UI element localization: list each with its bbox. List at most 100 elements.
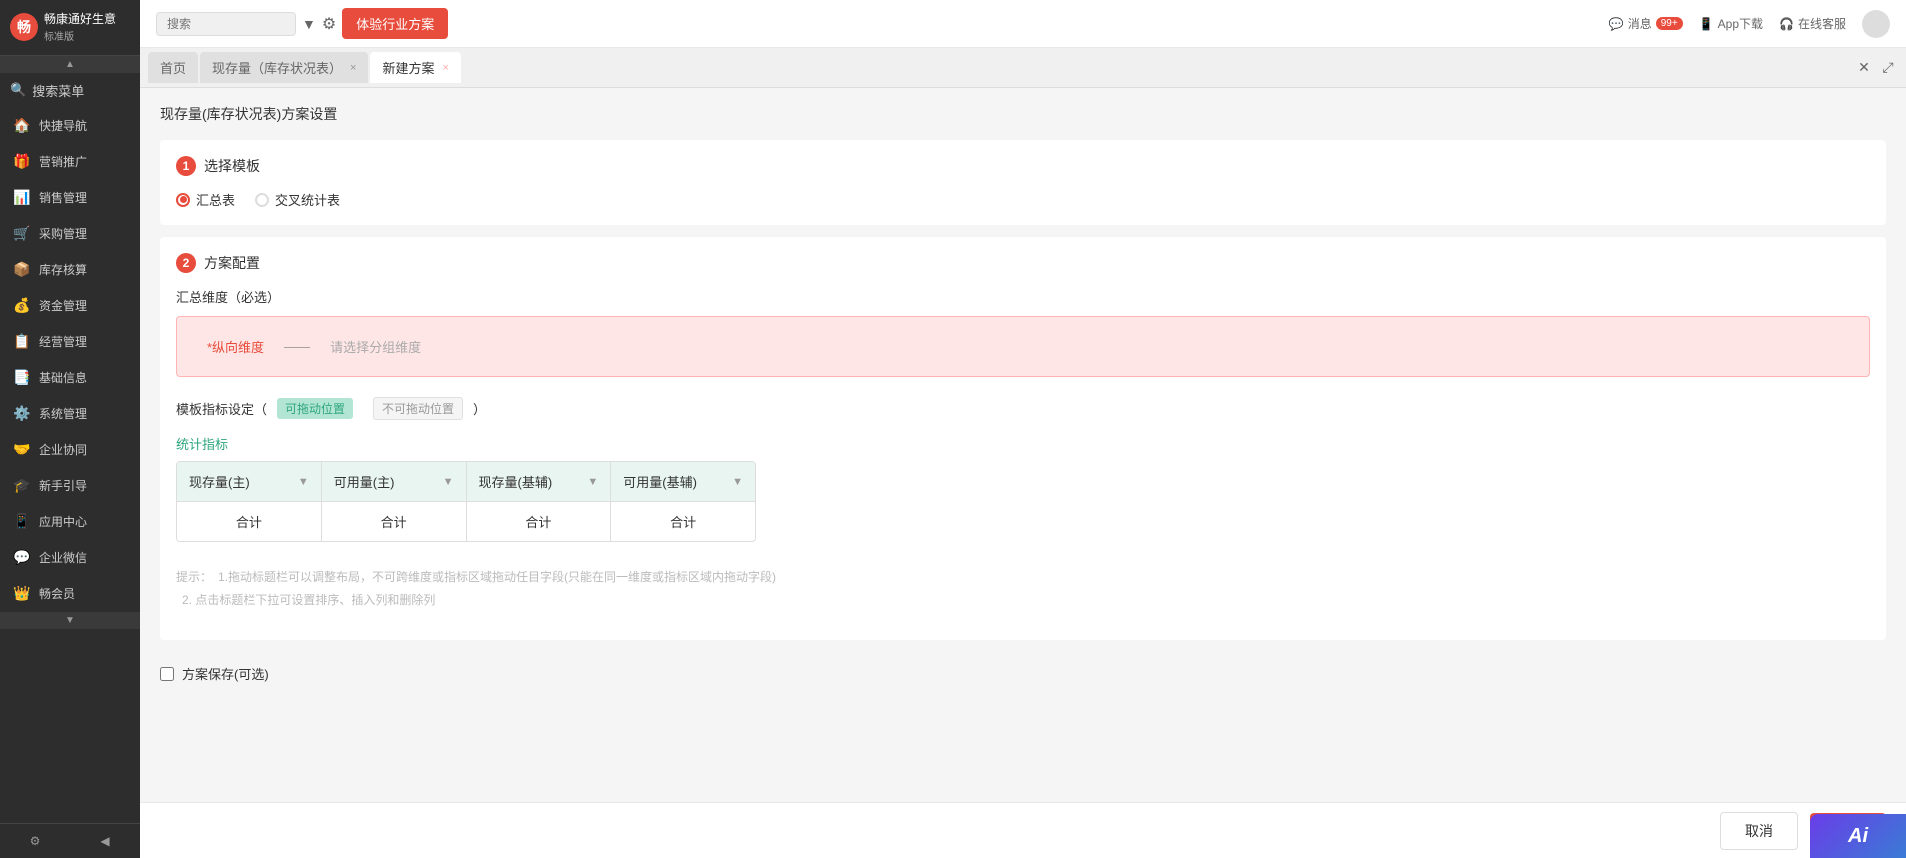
content-area: 现存量(库存状况表)方案设置 1 选择模板 汇总表 交叉统计表 xyxy=(140,88,1906,802)
step1-badge: 1 xyxy=(176,156,196,176)
sidebar-item-search[interactable]: 🔍 搜索菜单 xyxy=(0,73,140,108)
search-input[interactable] xyxy=(156,12,296,36)
col-main-avail[interactable]: 可用量(主) ▼ xyxy=(322,462,467,501)
sidebar-item-stock[interactable]: 📦 库存核算 xyxy=(0,252,140,288)
col-main-avail-label: 可用量(主) xyxy=(334,472,395,491)
online-service-btn[interactable]: 🎧 在线客服 xyxy=(1779,15,1846,32)
cancel-button[interactable]: 取消 xyxy=(1720,812,1798,850)
page-title: 现存量(库存状况表)方案设置 xyxy=(160,104,1886,124)
sidebar-nav-label: 快捷导航 xyxy=(39,117,87,134)
sidebar-apps-label: 应用中心 xyxy=(39,513,87,530)
radio-cross[interactable]: 交叉统计表 xyxy=(255,190,340,209)
home-icon: 🏠 xyxy=(13,117,31,135)
radio-summary-label: 汇总表 xyxy=(196,190,235,209)
box-icon: 📦 xyxy=(13,261,31,279)
sidebar-purchase-label: 采购管理 xyxy=(39,225,87,242)
col-main-avail-dropdown[interactable]: ▼ xyxy=(443,476,454,488)
step1-section: 1 选择模板 汇总表 交叉统计表 xyxy=(160,140,1886,225)
sidebar-scroll-up[interactable]: ▲ xyxy=(0,56,140,73)
sidebar-bottom: ⚙ ◀ xyxy=(0,823,140,858)
collapse-icon: ◀ xyxy=(80,834,130,848)
sidebar-item-nav[interactable]: 🏠 快捷导航 xyxy=(0,108,140,144)
sidebar-wechat-label: 企业微信 xyxy=(39,549,87,566)
sidebar-item-enterprise[interactable]: 🤝 企业协同 xyxy=(0,432,140,468)
template-options: 汇总表 交叉统计表 xyxy=(176,190,1870,209)
save-label: 方案保存(可选) xyxy=(182,664,269,683)
handshake-icon: 🤝 xyxy=(13,441,31,459)
col-main-stock[interactable]: 现存量(主) ▼ xyxy=(177,462,322,501)
col-aux-avail-dropdown[interactable]: ▼ xyxy=(732,476,743,488)
tab-new-plan-label: 新建方案 xyxy=(382,58,434,77)
app-name: 畅康通好生意 xyxy=(44,12,116,28)
tip-1-num: 提示： xyxy=(176,568,212,585)
sidebar-item-operations[interactable]: 📋 经营管理 xyxy=(0,324,140,360)
sidebar-enterprise-label: 企业协同 xyxy=(39,441,87,458)
sidebar-settings-btn[interactable]: ⚙ xyxy=(0,824,70,858)
app-version: 标准版 xyxy=(44,28,116,43)
tip-2: 2. 点击标题栏下拉可设置排序、插入列和删除列 xyxy=(176,591,1870,608)
search-dropdown-btn[interactable]: ▼ xyxy=(302,16,316,32)
indicator-settings-area: 模板指标设定（ 可拖动位置 不可拖动位置 ） 统计指标 现存量(主) ▼ 可用 xyxy=(176,397,1870,542)
sidebar-item-guide[interactable]: 🎓 新手引导 xyxy=(0,468,140,504)
crown-icon: 👑 xyxy=(13,585,31,603)
dimension-required-label: *纵向维度 xyxy=(207,337,264,356)
sidebar-item-purchase[interactable]: 🛒 采购管理 xyxy=(0,216,140,252)
close-window-btn[interactable]: ✕ xyxy=(1854,58,1874,78)
radio-summary-dot xyxy=(180,196,187,203)
tab-home[interactable]: 首页 xyxy=(148,52,198,83)
tab-new-plan-close[interactable]: × xyxy=(442,62,448,74)
step2-badge: 2 xyxy=(176,253,196,273)
clipboard-icon: 📋 xyxy=(13,333,31,351)
tab-inventory-close[interactable]: × xyxy=(350,62,356,74)
col-aux-stock[interactable]: 现存量(基辅) ▼ xyxy=(467,462,612,501)
tab-new-plan[interactable]: 新建方案 × xyxy=(370,52,460,83)
draggable-badge: 可拖动位置 xyxy=(277,398,353,419)
chart-icon: 📊 xyxy=(13,189,31,207)
sidebar-collapse-btn[interactable]: ◀ xyxy=(70,824,140,858)
sidebar-item-basic[interactable]: 📑 基础信息 xyxy=(0,360,140,396)
col-aux-stock-dropdown[interactable]: ▼ xyxy=(587,476,598,488)
step2-title: 方案配置 xyxy=(204,253,260,273)
stats-indicator-label: 统计指标 xyxy=(176,434,1870,453)
sidebar-guide-label: 新手引导 xyxy=(39,477,87,494)
cell-2: 合计 xyxy=(467,502,612,541)
sidebar-item-member[interactable]: 👑 畅会员 xyxy=(0,576,140,612)
trial-btn[interactable]: 体验行业方案 xyxy=(342,8,448,39)
settings-icon: ⚙ xyxy=(10,834,60,848)
sidebar-item-sales[interactable]: 📊 销售管理 xyxy=(0,180,140,216)
tab-home-label: 首页 xyxy=(160,58,186,77)
message-icon: 💬 xyxy=(1609,17,1624,31)
ai-float-btn[interactable]: Ai xyxy=(1810,814,1906,858)
message-btn[interactable]: 💬 消息 99+ xyxy=(1609,15,1683,32)
topbar-search-area: ▼ ⚙ 体验行业方案 xyxy=(156,8,1597,39)
dimension-label: 汇总维度（必选） xyxy=(176,287,1870,306)
sidebar-item-marketing[interactable]: 🎁 营销推广 xyxy=(0,144,140,180)
sidebar-item-apps[interactable]: 📱 应用中心 xyxy=(0,504,140,540)
app-download-btn[interactable]: 📱 App下载 xyxy=(1699,15,1763,32)
sidebar-scroll-down[interactable]: ▼ xyxy=(0,612,140,629)
mobile-icon: 📱 xyxy=(13,513,31,531)
tab-inventory[interactable]: 现存量（库存状况表） × xyxy=(200,52,368,83)
tips-section: 提示： 1.拖动标题栏可以调整布局，不可跨维度或指标区域拖动任目字段(只能在同一… xyxy=(176,558,1870,624)
save-checkbox[interactable] xyxy=(160,667,174,681)
indicator-setting-suffix: ） xyxy=(473,399,486,418)
dimension-placeholder: 请选择分组维度 xyxy=(330,337,421,356)
action-bar: 取消 查询 xyxy=(140,802,1906,858)
dimension-area[interactable]: *纵向维度 —— 请选择分组维度 xyxy=(176,316,1870,377)
non-draggable-badge: 不可拖动位置 xyxy=(373,397,463,420)
sidebar-sales-label: 销售管理 xyxy=(39,189,87,206)
save-area: 方案保存(可选) xyxy=(160,652,1886,695)
sidebar-system-label: 系统管理 xyxy=(39,405,87,422)
col-main-stock-dropdown[interactable]: ▼ xyxy=(298,476,309,488)
message-badge: 99+ xyxy=(1656,17,1683,30)
settings-gear-icon[interactable]: ⚙ xyxy=(322,14,336,34)
expand-window-btn[interactable]: ⤢ xyxy=(1878,58,1898,78)
sidebar-item-system[interactable]: ⚙️ 系统管理 xyxy=(0,396,140,432)
user-avatar[interactable] xyxy=(1862,10,1890,38)
ai-btn-label: Ai xyxy=(1848,825,1868,848)
sidebar-ops-label: 经营管理 xyxy=(39,333,87,350)
col-aux-avail[interactable]: 可用量(基辅) ▼ xyxy=(611,462,755,501)
radio-summary[interactable]: 汇总表 xyxy=(176,190,235,209)
sidebar-item-wechat[interactable]: 💬 企业微信 xyxy=(0,540,140,576)
sidebar-item-finance[interactable]: 💰 资金管理 xyxy=(0,288,140,324)
